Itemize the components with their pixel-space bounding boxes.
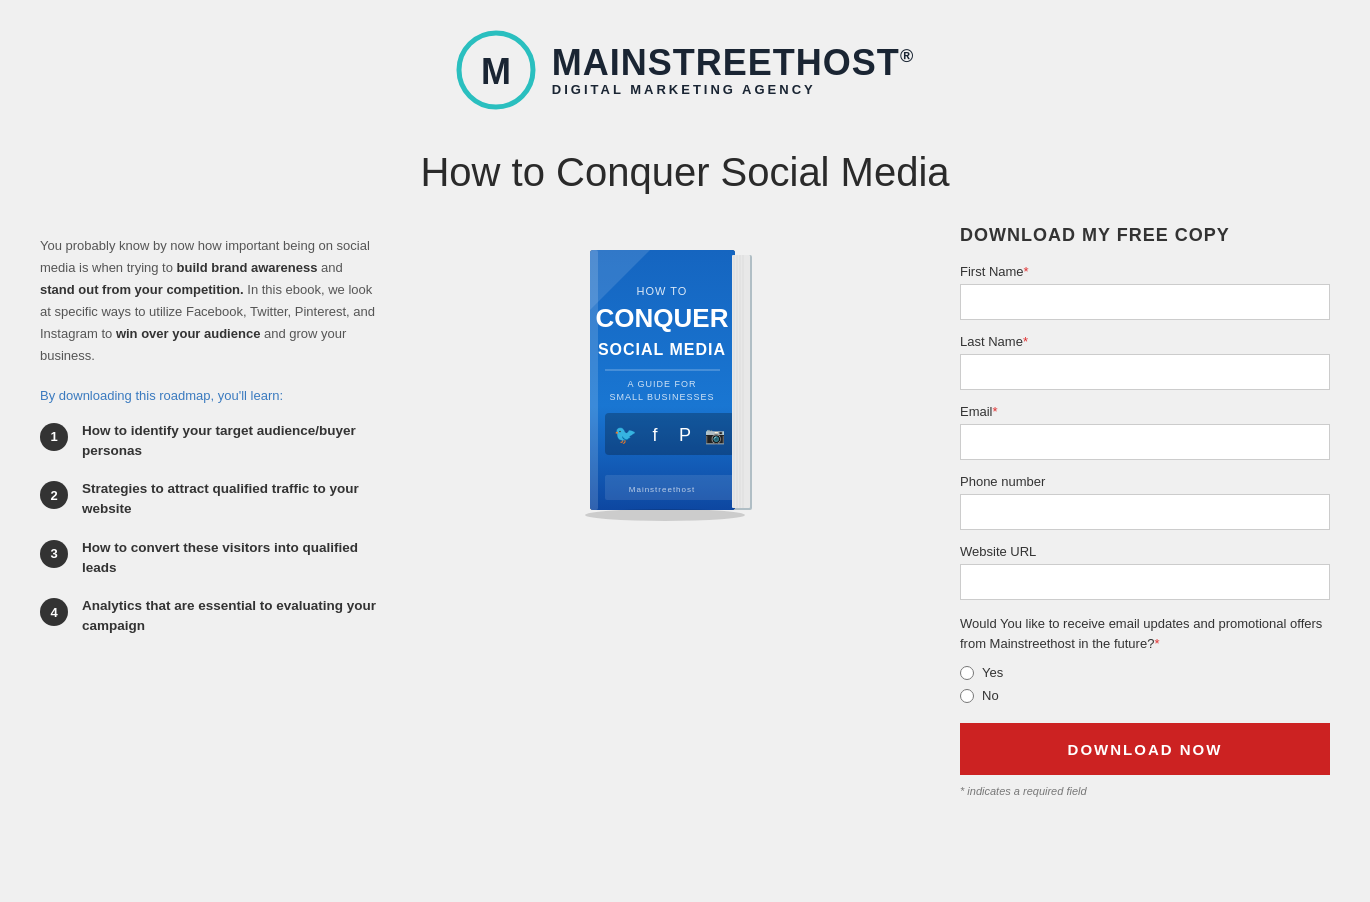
required-star: * bbox=[993, 404, 998, 419]
required-star: * bbox=[1024, 264, 1029, 279]
website-label: Website URL bbox=[960, 544, 1330, 559]
required-note: * indicates a required field bbox=[960, 785, 1330, 797]
svg-text:HOW TO: HOW TO bbox=[637, 285, 688, 297]
list-item: 2 Strategies to attract qualified traffi… bbox=[40, 479, 380, 520]
form-column: DOWNLOAD MY FREE COPY First Name* Last N… bbox=[960, 225, 1330, 797]
email-opt-in-question: Would You like to receive email updates … bbox=[960, 614, 1330, 653]
svg-text:Mainstreethost: Mainstreethost bbox=[629, 485, 695, 494]
logo: M MAINSTREETHOST® DIGITAL MARKETING AGEN… bbox=[456, 30, 914, 110]
logo-main-text: MAINSTREETHOST® bbox=[552, 43, 914, 83]
download-now-button[interactable]: DOWNLOAD NOW bbox=[960, 723, 1330, 775]
phone-group: Phone number bbox=[960, 474, 1330, 530]
list-item: 4 Analytics that are essential to evalua… bbox=[40, 596, 380, 637]
logo-sub-text: DIGITAL MARKETING AGENCY bbox=[552, 82, 914, 97]
radio-group: Yes No bbox=[960, 665, 1330, 703]
list-number-4: 4 bbox=[40, 598, 68, 626]
first-name-input[interactable] bbox=[960, 284, 1330, 320]
left-column: You probably know by now how important b… bbox=[40, 225, 380, 637]
list-text-3: How to convert these visitors into quali… bbox=[82, 538, 380, 579]
svg-text:SOCIAL MEDIA: SOCIAL MEDIA bbox=[598, 341, 726, 358]
svg-text:SMALL BUSINESSES: SMALL BUSINESSES bbox=[609, 392, 714, 402]
last-name-group: Last Name* bbox=[960, 334, 1330, 390]
header: M MAINSTREETHOST® DIGITAL MARKETING AGEN… bbox=[40, 0, 1330, 130]
svg-text:M: M bbox=[481, 51, 511, 92]
page-title-section: How to Conquer Social Media bbox=[40, 130, 1330, 225]
first-name-group: First Name* bbox=[960, 264, 1330, 320]
email-opt-in-group: Would You like to receive email updates … bbox=[960, 614, 1330, 703]
website-group: Website URL bbox=[960, 544, 1330, 600]
radio-yes-label[interactable]: Yes bbox=[960, 665, 1330, 680]
email-input[interactable] bbox=[960, 424, 1330, 460]
email-label: Email* bbox=[960, 404, 1330, 419]
required-star: * bbox=[1023, 334, 1028, 349]
page-title: How to Conquer Social Media bbox=[40, 150, 1330, 195]
last-name-label: Last Name* bbox=[960, 334, 1330, 349]
list-text-4: Analytics that are essential to evaluati… bbox=[82, 596, 380, 637]
book-cover-svg: HOW TO CONQUER SOCIAL MEDIA A GUIDE FOR … bbox=[570, 245, 770, 525]
list-number-1: 1 bbox=[40, 423, 68, 451]
last-name-input[interactable] bbox=[960, 354, 1330, 390]
roadmap-label: By downloading this roadmap, you'll lear… bbox=[40, 388, 380, 403]
list-item: 1 How to identify your target audience/b… bbox=[40, 421, 380, 462]
list-text-2: Strategies to attract qualified traffic … bbox=[82, 479, 380, 520]
main-content: You probably know by now how important b… bbox=[40, 225, 1330, 797]
first-name-label: First Name* bbox=[960, 264, 1330, 279]
form-title: DOWNLOAD MY FREE COPY bbox=[960, 225, 1330, 246]
radio-no-label[interactable]: No bbox=[960, 688, 1330, 703]
svg-point-25 bbox=[585, 509, 745, 521]
list-number-2: 2 bbox=[40, 481, 68, 509]
feature-list: 1 How to identify your target audience/b… bbox=[40, 421, 380, 637]
svg-text:CONQUER: CONQUER bbox=[596, 303, 729, 333]
website-input[interactable] bbox=[960, 564, 1330, 600]
logo-icon: M bbox=[456, 30, 536, 110]
list-number-3: 3 bbox=[40, 540, 68, 568]
intro-paragraph: You probably know by now how important b… bbox=[40, 235, 380, 368]
book-image-column: HOW TO CONQUER SOCIAL MEDIA A GUIDE FOR … bbox=[420, 225, 920, 525]
list-item: 3 How to convert these visitors into qua… bbox=[40, 538, 380, 579]
email-group: Email* bbox=[960, 404, 1330, 460]
svg-text:📷: 📷 bbox=[705, 426, 725, 445]
logo-text-block: MAINSTREETHOST® DIGITAL MARKETING AGENCY bbox=[552, 43, 914, 98]
svg-text:🐦: 🐦 bbox=[614, 424, 637, 446]
radio-no-input[interactable] bbox=[960, 689, 974, 703]
svg-text:A GUIDE FOR: A GUIDE FOR bbox=[627, 379, 696, 389]
phone-input[interactable] bbox=[960, 494, 1330, 530]
radio-yes-input[interactable] bbox=[960, 666, 974, 680]
list-text-1: How to identify your target audience/buy… bbox=[82, 421, 380, 462]
svg-text:P: P bbox=[679, 425, 691, 445]
phone-label: Phone number bbox=[960, 474, 1330, 489]
svg-rect-20 bbox=[732, 255, 750, 508]
